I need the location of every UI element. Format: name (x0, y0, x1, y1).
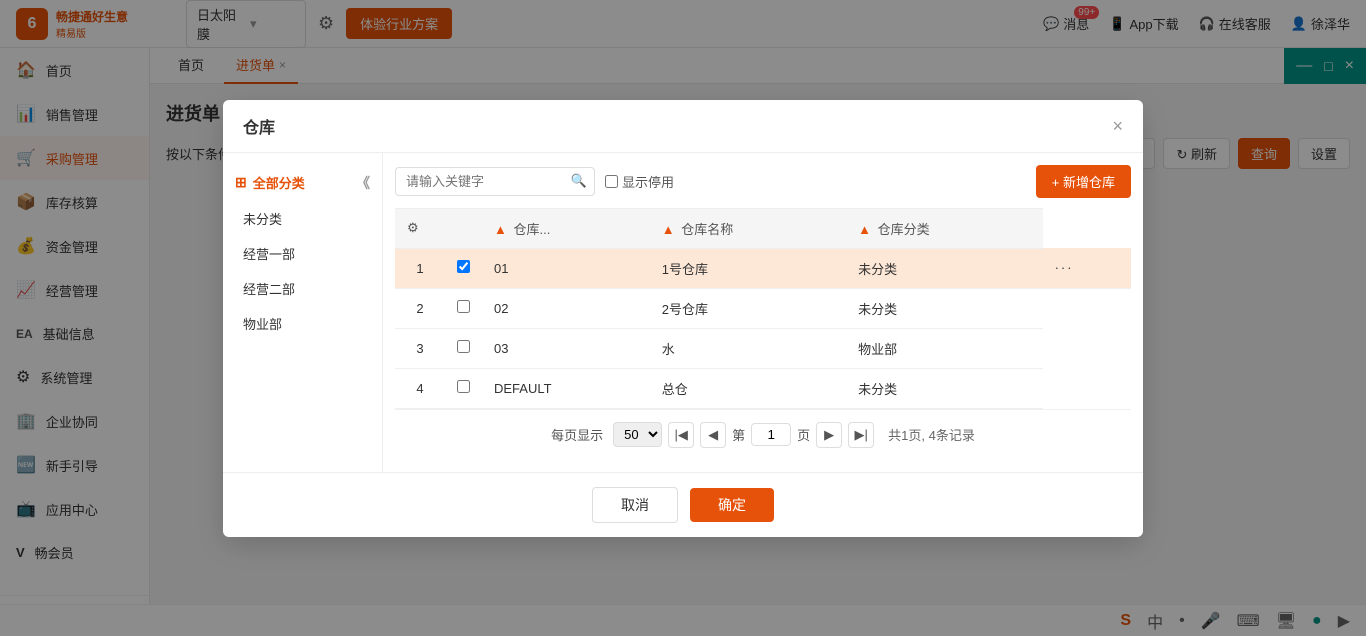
search-wrap: 🔍 (395, 167, 595, 196)
table-scroll: ⚙ ▲ 仓库... ▲ 仓库名称 (395, 208, 1131, 409)
modal-body: ⊞ 全部分类 《 未分类 经营一部 经营二部 物业部 🔍 (223, 153, 1143, 472)
category-item-property[interactable]: 物业部 (223, 306, 382, 341)
row-code: 03 (482, 328, 650, 368)
row-index: 2 (395, 288, 445, 328)
show-disabled-checkbox[interactable] (605, 175, 618, 188)
category-item-dept1[interactable]: 经营一部 (223, 236, 382, 271)
next-page-btn[interactable]: ▶ (816, 422, 842, 448)
modal-close-btn[interactable]: × (1112, 117, 1123, 135)
row-checkbox[interactable] (445, 328, 482, 368)
modal-header: 仓库 × (223, 100, 1143, 153)
first-page-btn[interactable]: |◀ (668, 422, 694, 448)
row-category: 未分类 (846, 288, 1042, 328)
modal-overlay: 仓库 × ⊞ 全部分类 《 未分类 经营一部 经营二部 物业部 (0, 0, 1366, 636)
table-row[interactable]: 4 DEFAULT 总仓 未分类 (395, 368, 1131, 408)
show-disabled-label[interactable]: 显示停用 (605, 172, 674, 191)
table-area: 🔍 显示停用 + 新增仓库 ⚙ (383, 153, 1143, 472)
table-row[interactable]: 3 03 水 物业部 (395, 328, 1131, 368)
per-page-label: 每页显示 (551, 425, 603, 444)
th-code: ▲ 仓库... (482, 208, 650, 248)
th-name: ▲ 仓库名称 (650, 208, 846, 248)
th-settings[interactable]: ⚙ (395, 208, 445, 248)
page-unit: 页 (797, 425, 810, 444)
row-checkbox[interactable] (445, 288, 482, 328)
table-toolbar: 🔍 显示停用 + 新增仓库 (395, 165, 1131, 198)
row-code: 01 (482, 248, 650, 288)
category-sidebar: ⊞ 全部分类 《 未分类 经营一部 经营二部 物业部 (223, 153, 383, 472)
modal-title: 仓库 (243, 114, 275, 138)
row-category: 未分类 (846, 368, 1042, 408)
warehouse-table: ⚙ ▲ 仓库... ▲ 仓库名称 (395, 208, 1131, 409)
page-total: 共1页, 4条记录 (888, 425, 975, 444)
row-name: 总仓 (650, 368, 846, 408)
per-page-select[interactable]: 50 (613, 422, 662, 447)
th-category: ▲ 仓库分类 (846, 208, 1042, 248)
row-checkbox[interactable] (445, 248, 482, 288)
add-warehouse-btn[interactable]: + 新增仓库 (1036, 165, 1131, 198)
row-name: 1号仓库 (650, 248, 846, 288)
row-name: 水 (650, 328, 846, 368)
page-label: 第 (732, 425, 745, 444)
table-row[interactable]: 1 01 1号仓库 未分类 ··· (395, 248, 1131, 288)
collapse-icon[interactable]: 《 (356, 173, 370, 193)
row-name: 2号仓库 (650, 288, 846, 328)
row-checkbox[interactable] (445, 368, 482, 408)
row-index: 4 (395, 368, 445, 408)
category-all[interactable]: ⊞ 全部分类 《 (223, 165, 382, 201)
category-item-dept2[interactable]: 经营二部 (223, 271, 382, 306)
confirm-btn[interactable]: 确定 (690, 488, 774, 522)
table-row[interactable]: 2 02 2号仓库 未分类 (395, 288, 1131, 328)
page-number-input[interactable] (751, 423, 791, 446)
row-category: 物业部 (846, 328, 1042, 368)
modal-footer: 取消 确定 (223, 472, 1143, 537)
last-page-btn[interactable]: ▶| (848, 422, 874, 448)
warehouse-modal: 仓库 × ⊞ 全部分类 《 未分类 经营一部 经营二部 物业部 (223, 100, 1143, 537)
grid-icon: ⊞ (235, 174, 247, 191)
search-input[interactable] (395, 167, 595, 196)
pagination: 每页显示 50 |◀ ◀ 第 页 ▶ ▶| 共1页, 4条记录 (395, 409, 1131, 460)
th-checkbox (445, 208, 482, 248)
row-index: 1 (395, 248, 445, 288)
row-code: DEFAULT (482, 368, 650, 408)
row-code: 02 (482, 288, 650, 328)
cancel-btn[interactable]: 取消 (592, 487, 678, 523)
row-category: 未分类 (846, 248, 1042, 288)
prev-page-btn[interactable]: ◀ (700, 422, 726, 448)
category-item-unclassified[interactable]: 未分类 (223, 201, 382, 236)
row-actions[interactable]: ··· (1043, 248, 1131, 288)
row-index: 3 (395, 328, 445, 368)
search-icon[interactable]: 🔍 (571, 173, 587, 189)
